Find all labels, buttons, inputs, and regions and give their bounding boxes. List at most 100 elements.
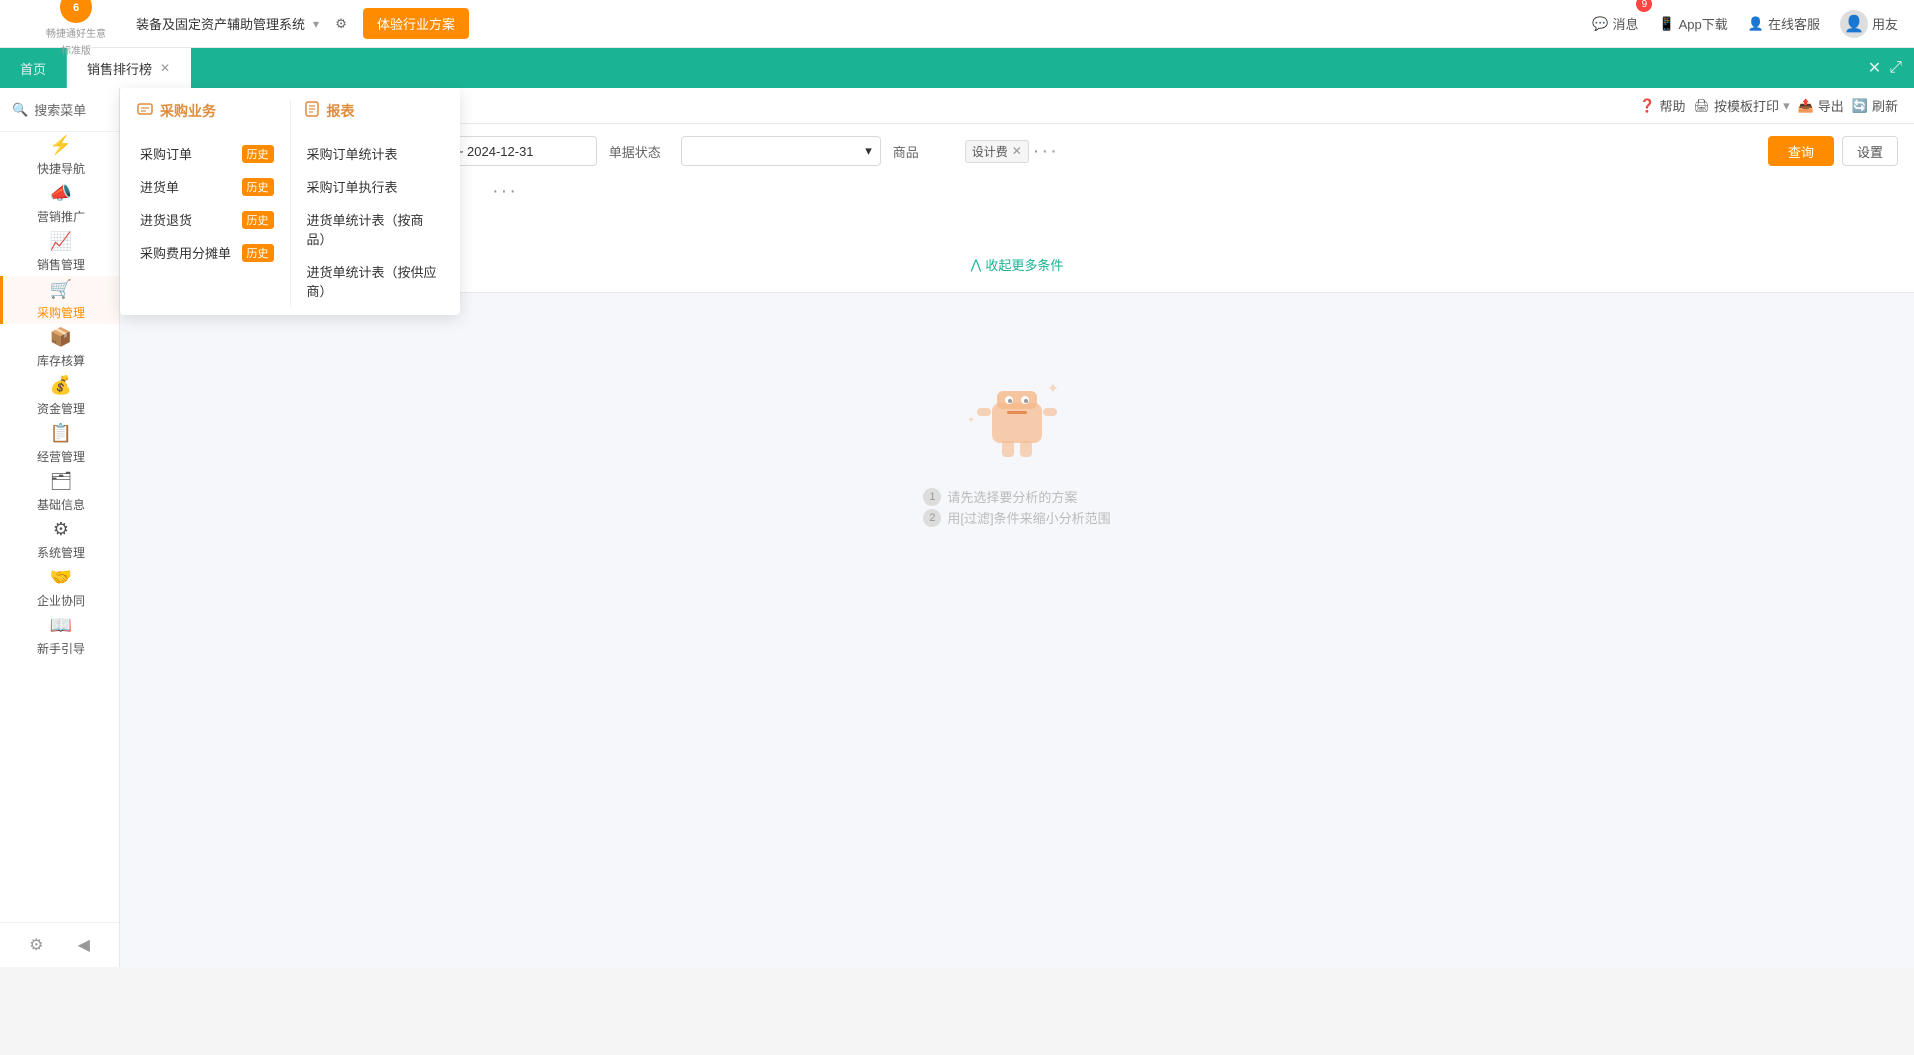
message-badge: 9 [1636,0,1652,12]
dropdown-item-report-1: 采购订单统计表 [307,144,398,163]
svg-text:✦: ✦ [1047,380,1059,396]
system-dropdown-arrow[interactable]: ▾ [313,17,319,31]
online-service-btn[interactable]: 👤 在线客服 [1748,14,1820,33]
svg-text:✦: ✦ [967,415,975,426]
dropdown-menu: 采购业务 采购订单 历史 进货单 历史 进货退货 历史 采购费用分摊单 历史 [120,88,460,315]
dropdown-item-label-2: 进货单 [140,177,179,196]
sidebar-item-finance-label: 资金管理 [37,400,85,417]
sidebar-item-guide[interactable]: 📖 新手引导 [0,612,119,660]
tab-close-all-icon[interactable]: ✕ [1868,58,1881,78]
purchase-col: 采购业务 采购订单 历史 进货单 历史 进货退货 历史 采购费用分摊单 历史 [128,100,286,307]
empty-illustration: ✦ ✦ [957,373,1077,473]
quick-nav-icon: ⚡ [50,135,72,156]
history-badge-3: 历史 [242,211,274,229]
message-btn[interactable]: 💬 消息 9 [1592,14,1638,33]
sidebar-search[interactable]: 🔍 搜索菜单 [0,88,119,132]
sidebar-collapse-icon[interactable]: ◀ [78,935,90,955]
dropdown-item-expense[interactable]: 采购费用分摊单 历史 [136,236,278,269]
tab-home-label: 首页 [20,59,46,78]
phone-icon: 📱 [1658,16,1674,32]
goods-tag-close[interactable]: ✕ [1012,144,1022,158]
app-label: App下载 [1679,14,1728,33]
help-icon: ❓ [1639,98,1655,114]
sidebar-item-inventory-label: 库存核算 [37,352,85,369]
sidebar-item-cooperation[interactable]: 🤝 企业协同 [0,564,119,612]
print-label: 按模板打印 [1714,96,1779,115]
dropdown-item-inbound[interactable]: 进货单 历史 [136,170,278,203]
sidebar-item-marketing[interactable]: 📣 营销推广 [0,180,119,228]
customer-field: ··· [208,216,1898,239]
user-label: 用友 [1872,14,1898,33]
dropdown-item-po-stat[interactable]: 采购订单统计表 [303,137,445,170]
sidebar-item-quick-nav-label: 快捷导航 [37,160,85,177]
dropdown-item-label-3: 进货退货 [140,210,192,229]
salesman-more-btn[interactable]: ··· [492,180,518,203]
purchase-col-title: 采购业务 [136,100,278,127]
sidebar-item-basic[interactable]: 🗂 基础信息 [0,468,119,516]
history-badge-1: 历史 [242,145,274,163]
dropdown-item-return[interactable]: 进货退货 历史 [136,203,278,236]
goods-more-btn[interactable]: ··· [1033,140,1059,163]
sidebar-item-operation-label: 经营管理 [37,448,85,465]
tabbar: 首页 销售排行榜 ✕ ✕ ⤢ [0,48,1914,88]
sidebar-item-purchase[interactable]: 🛒 采购管理 [0,276,119,324]
setting-btn[interactable]: 设置 [1842,136,1898,166]
hint-num-1: 1 [923,488,941,506]
settings-icon[interactable]: ⚙ [327,10,355,38]
tabbar-right: ✕ ⤢ [1868,58,1914,78]
help-btn[interactable]: ❓ 帮助 [1639,96,1685,115]
user-avatar: 👤 [1840,10,1868,38]
basic-icon: 🗂 [50,471,73,492]
col-divider [290,100,291,307]
tab-sales-rank-label: 销售排行榜 [87,59,152,78]
print-dropdown-icon[interactable]: ▾ [1783,98,1790,114]
goods-field: 设计费 ✕ ··· [965,140,1756,163]
inventory-icon: 📦 [50,327,72,348]
sidebar-item-operation[interactable]: 📋 经营管理 [0,420,119,468]
sales-icon: 📈 [50,231,72,252]
sidebar-item-quick-nav[interactable]: ⚡ 快捷导航 [0,132,119,180]
dropdown-item-inbound-stat-goods[interactable]: 进货单统计表（按商品） [303,203,445,255]
refresh-btn[interactable]: 🔄 刷新 [1852,96,1898,115]
sidebar-item-system[interactable]: ⚙ 系统管理 [0,516,119,564]
tab-close-icon[interactable]: ✕ [160,61,170,75]
help-label: 帮助 [1660,96,1686,115]
collapse-label: 收起更多条件 [985,255,1063,274]
sidebar-settings-icon[interactable]: ⚙ [29,935,43,955]
export-btn[interactable]: 📤 导出 [1798,96,1844,115]
dropdown-cols: 采购业务 采购订单 历史 进货单 历史 进货退货 历史 采购费用分摊单 历史 [120,100,460,307]
collapse-btn[interactable]: ⋀ 收起更多条件 [965,249,1070,280]
message-icon: 💬 [1592,16,1608,32]
dropdown-item-report-2: 采购订单执行表 [307,177,398,196]
sidebar-item-sales[interactable]: 📈 销售管理 [0,228,119,276]
dropdown-item-label: 采购订单 [140,144,192,163]
tab-maximize-icon[interactable]: ⤢ [1889,59,1902,77]
purchase-col-title-text: 采购业务 [160,101,216,121]
purchase-col-icon [136,100,154,121]
logo-subtitle: 标准版 [61,42,91,57]
topbar: 6 畅捷通好生意 标准版 装备及固定资产辅助管理系统 ▾ ⚙ 体验行业方案 💬 … [0,0,1914,48]
app-download-btn[interactable]: 📱 App下载 [1658,14,1727,33]
dropdown-item-po-exec[interactable]: 采购订单执行表 [303,170,445,203]
industry-btn[interactable]: 体验行业方案 [363,8,469,39]
service-label: 在线客服 [1768,14,1820,33]
marketing-icon: 📣 [50,183,72,204]
query-btn[interactable]: 查询 [1768,136,1834,166]
empty-hint-1: 1 请先选择要分析的方案 [923,487,1110,506]
report-col: 报表 采购订单统计表 采购订单执行表 进货单统计表（按商品） 进货单统计表（按供… [295,100,453,307]
report-col-title-text: 报表 [327,101,355,121]
user-btn[interactable]: 👤 用友 [1840,10,1898,38]
sidebar-item-inventory[interactable]: 📦 库存核算 [0,324,119,372]
status-select[interactable]: ▾ [681,136,881,166]
hint-text-2: 用[过滤]条件来缩小分析范围 [947,508,1110,527]
search-icon: 🔍 [12,102,28,118]
sidebar-item-finance[interactable]: 💰 资金管理 [0,372,119,420]
dropdown-item-purchase-order[interactable]: 采购订单 历史 [136,137,278,170]
system-name: 装备及固定资产辅助管理系统 [136,14,305,33]
dropdown-item-inbound-stat-supplier[interactable]: 进货单统计表（按供应商） [303,255,445,307]
report-col-icon [303,100,321,121]
print-btn[interactable]: 🖨 按模板打印 ▾ [1694,96,1790,115]
sidebar-search-label: 搜索菜单 [34,100,86,119]
sidebar: 🔍 搜索菜单 ⚡ 快捷导航 📣 营销推广 📈 销售管理 🛒 采购管理 📦 库存核… [0,88,120,967]
report-col-title: 报表 [303,100,445,127]
